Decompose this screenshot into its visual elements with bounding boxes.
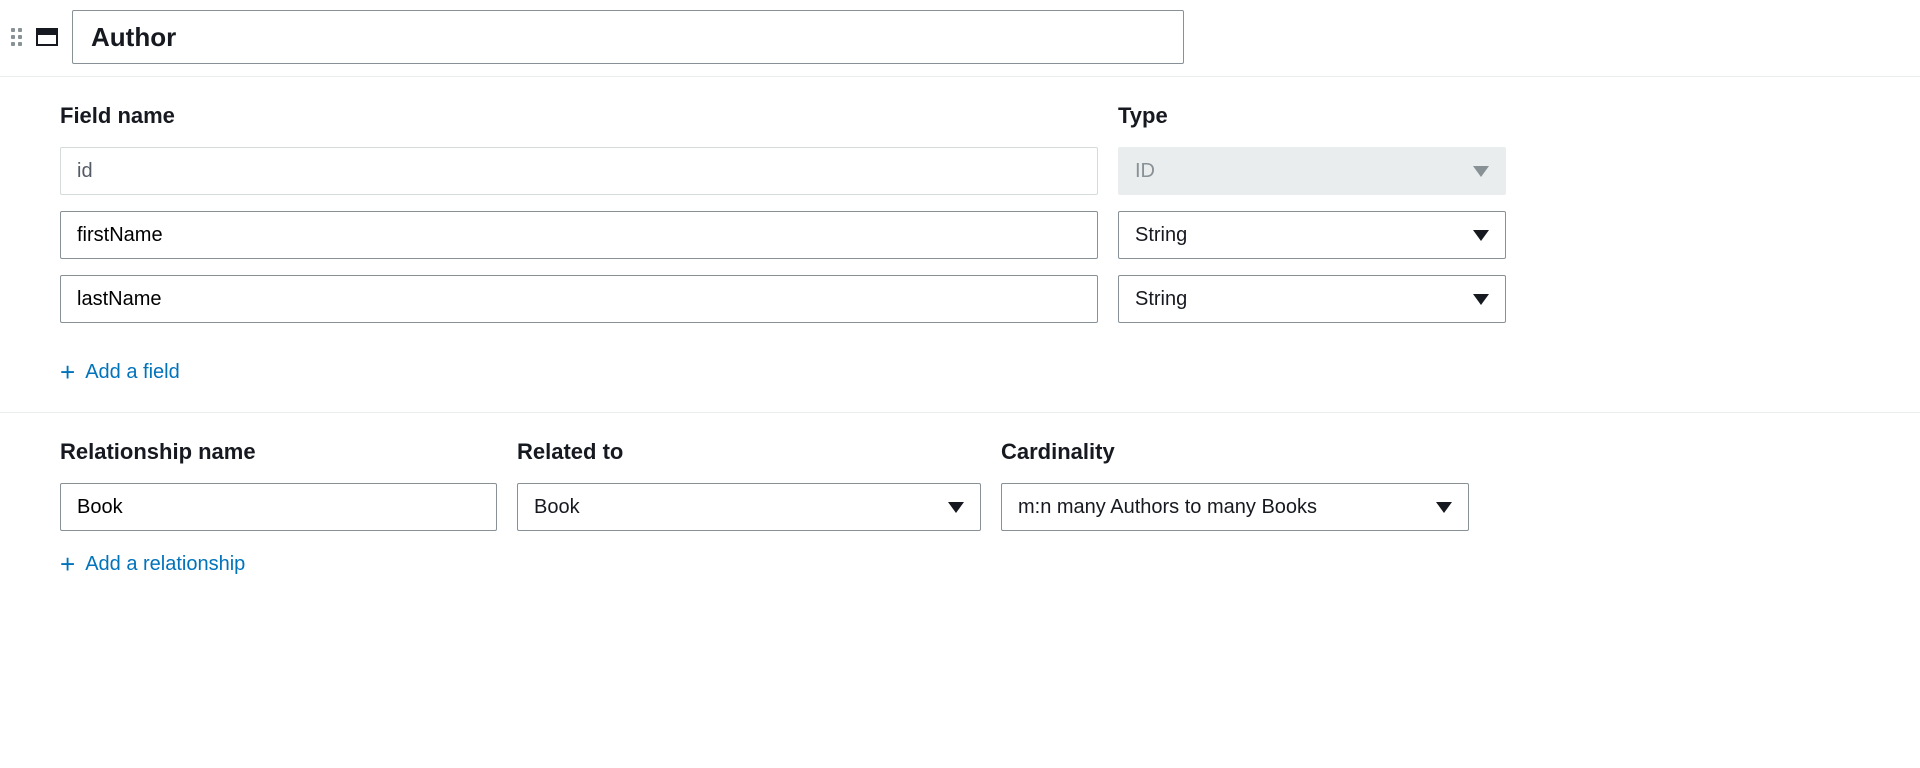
field-name-input [60,147,1098,195]
chevron-down-icon [1473,294,1489,305]
relationship-name-header: Relationship name [60,439,497,465]
add-relationship-button[interactable]: + Add a relationship [60,551,245,577]
plus-icon: + [60,551,75,577]
drag-handle-icon[interactable] [10,25,28,49]
model-icon [36,28,58,46]
field-name-header: Field name [60,103,1098,129]
add-relationship-label: Add a relationship [85,553,245,576]
field-row: ID [60,147,1920,195]
add-field-label: Add a field [85,361,180,384]
field-type-value: ID [1135,160,1155,183]
cardinality-value: m:n many Authors to many Books [1018,496,1317,519]
relationship-row: Book m:n many Authors to many Books [60,483,1920,531]
relationship-name-input[interactable] [60,483,497,531]
related-to-header: Related to [517,439,981,465]
fields-section: Field name Type ID String String [0,76,1920,412]
field-type-select: ID [1118,147,1506,195]
model-header [0,0,1920,76]
field-type-header: Type [1118,103,1506,129]
chevron-down-icon [1473,230,1489,241]
field-type-value: String [1135,288,1187,311]
field-row: String [60,275,1920,323]
field-name-input[interactable] [60,275,1098,323]
add-field-button[interactable]: + Add a field [60,359,180,385]
field-type-value: String [1135,224,1187,247]
chevron-down-icon [1436,502,1452,513]
cardinality-header: Cardinality [1001,439,1469,465]
field-type-select[interactable]: String [1118,211,1506,259]
cardinality-select[interactable]: m:n many Authors to many Books [1001,483,1469,531]
field-row: String [60,211,1920,259]
plus-icon: + [60,359,75,385]
chevron-down-icon [1473,166,1489,177]
field-name-input[interactable] [60,211,1098,259]
field-type-select[interactable]: String [1118,275,1506,323]
chevron-down-icon [948,502,964,513]
related-to-select[interactable]: Book [517,483,981,531]
model-name-input[interactable] [72,10,1184,64]
relationships-section: Relationship name Related to Cardinality… [0,412,1920,618]
related-to-value: Book [534,496,580,519]
